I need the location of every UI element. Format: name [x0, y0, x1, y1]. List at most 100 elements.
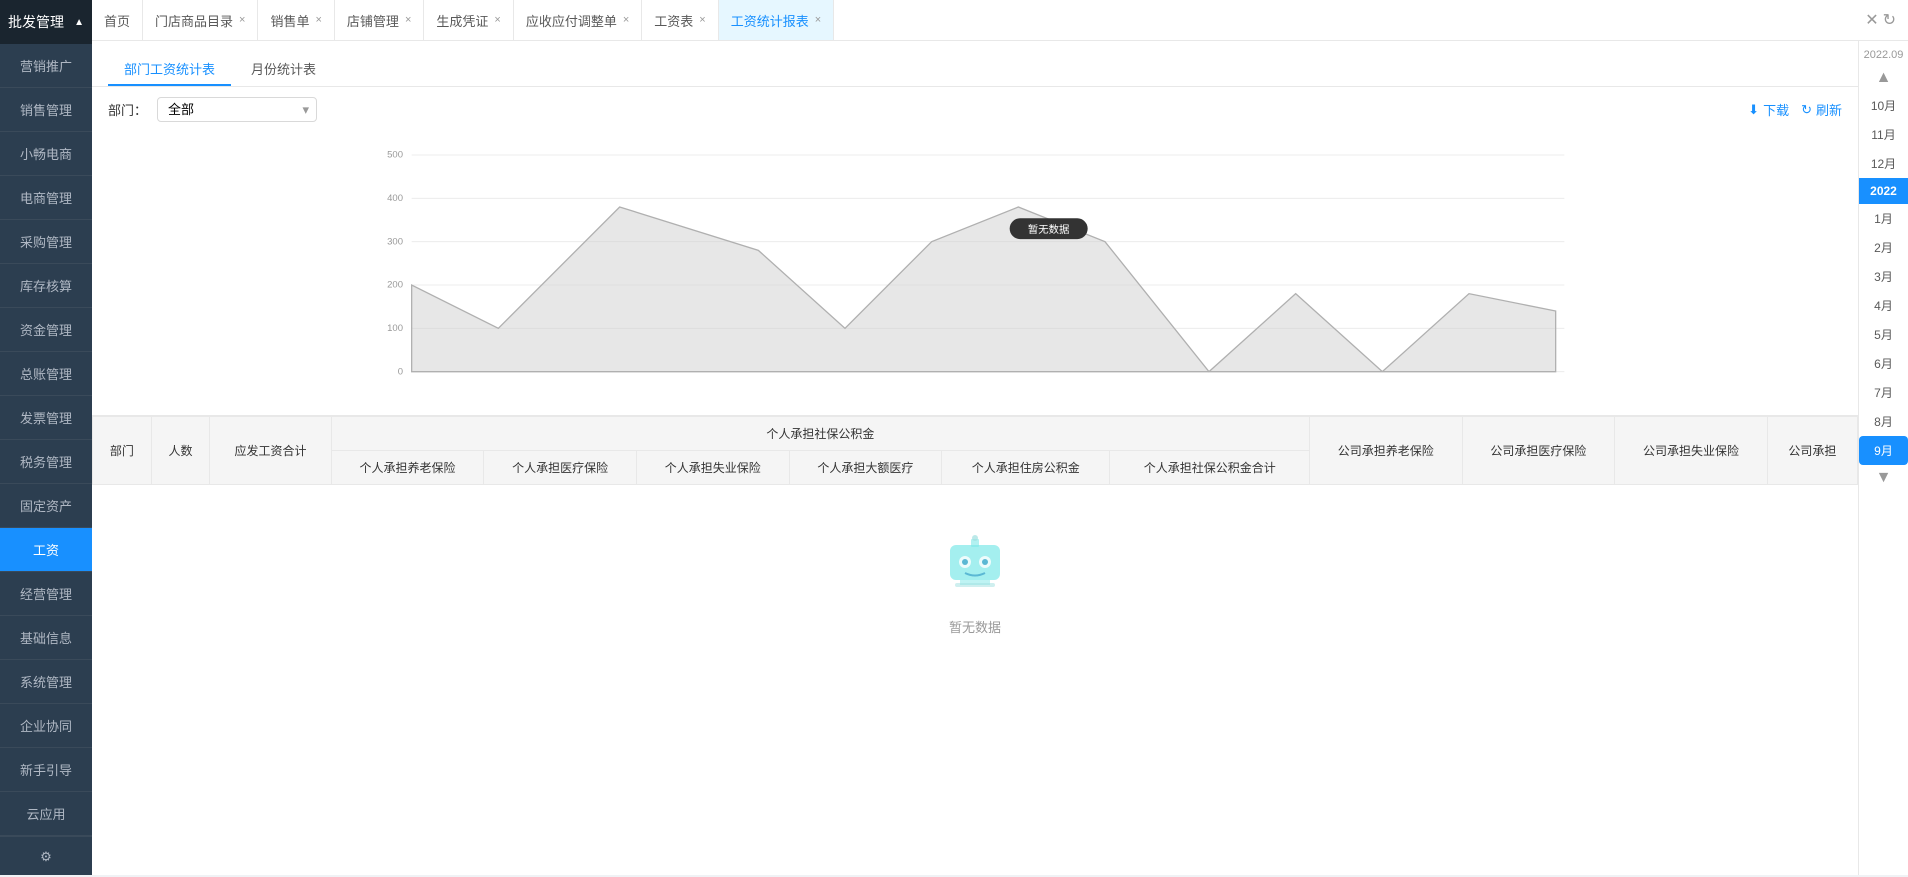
- sidebar-item-总账管理[interactable]: 总账管理: [0, 352, 92, 396]
- download-icon: ⬇: [1748, 102, 1759, 118]
- th-p-housing: 个人承担住房公积金: [942, 451, 1110, 485]
- tab-close-icon[interactable]: ×: [699, 14, 705, 26]
- no-data-tooltip-group: 暂无数据: [1010, 218, 1088, 239]
- chart-area: 500 400 300 200 100 0: [92, 132, 1858, 415]
- th-company-more: 公司承担: [1767, 417, 1857, 485]
- sidebar-item-资金管理[interactable]: 资金管理: [0, 308, 92, 352]
- settings-icon: ⚙: [40, 849, 52, 864]
- sidebar-item-销售管理[interactable]: 销售管理: [0, 88, 92, 132]
- tab-close-icon[interactable]: ×: [315, 14, 321, 26]
- tab-close-icon[interactable]: ×: [405, 14, 411, 26]
- sidebar-item-电商管理[interactable]: 电商管理: [0, 176, 92, 220]
- main-area: 首页门店商品目录×销售单×店铺管理×生成凭证×应收应付调整单×工资表×工资统计报…: [92, 0, 1908, 875]
- content-area: 部门工资统计表月份统计表 部门： 全部 研发部 销售部 财务部 运营部: [92, 41, 1908, 875]
- refresh-btn[interactable]: ↻ 刷新: [1801, 100, 1842, 119]
- download-btn[interactable]: ⬇ 下载: [1748, 100, 1789, 119]
- sidebar-item-采购管理[interactable]: 采购管理: [0, 220, 92, 264]
- tab-close-icon[interactable]: ×: [494, 14, 500, 26]
- tab-生成凭证[interactable]: 生成凭证×: [424, 0, 513, 40]
- sidebar-item-经营管理[interactable]: 经营管理: [0, 572, 92, 616]
- rs-year-2022[interactable]: 2022: [1859, 178, 1908, 204]
- th-p-med: 个人承担医疗保险: [484, 451, 637, 485]
- sidebar-item-工资[interactable]: 工资: [0, 528, 92, 572]
- sidebar-title: 批发管理: [8, 12, 64, 32]
- svg-text:200: 200: [387, 280, 403, 291]
- tab-店铺管理[interactable]: 店铺管理×: [335, 0, 424, 40]
- sidebar: 批发管理 ▲ 营销推广销售管理小畅电商电商管理采购管理库存核算资金管理总账管理发…: [0, 0, 92, 875]
- sidebar-item-固定资产[interactable]: 固定资产: [0, 484, 92, 528]
- th-p-major-med: 个人承担大额医疗: [789, 451, 942, 485]
- tab-门店商品目录[interactable]: 门店商品目录×: [143, 0, 258, 40]
- refresh-icon: ↻: [1801, 102, 1812, 118]
- rs-month-11[interactable]: 11月: [1859, 120, 1908, 149]
- sub-tab-bar: 部门工资统计表月份统计表: [92, 41, 1858, 87]
- dept-select[interactable]: 全部 研发部 销售部 财务部 运营部: [157, 97, 317, 122]
- th-p-old: 个人承担养老保险: [331, 451, 484, 485]
- tab-close-all-icon[interactable]: ✕: [1865, 10, 1878, 30]
- tab-应收应付调整单[interactable]: 应收应付调整单×: [514, 0, 642, 40]
- rs-month-9[interactable]: 9月: [1859, 436, 1908, 465]
- sidebar-item-税务管理[interactable]: 税务管理: [0, 440, 92, 484]
- rs-month-1[interactable]: 1月: [1859, 204, 1908, 233]
- sidebar-item-库存核算[interactable]: 库存核算: [0, 264, 92, 308]
- tab-销售单[interactable]: 销售单×: [258, 0, 334, 40]
- rs-month-12[interactable]: 12月: [1859, 149, 1908, 178]
- th-company-old: 公司承担养老保险: [1310, 417, 1463, 485]
- rs-month-5[interactable]: 5月: [1859, 320, 1908, 349]
- sidebar-item-小畅电商[interactable]: 小畅电商: [0, 132, 92, 176]
- chart-svg-container: 500 400 300 200 100 0: [108, 142, 1842, 405]
- table-wrapper: 部门 人数 应发工资合计 个人承担社保公积金 公司承担养老保险 公司承担医疗保险…: [92, 415, 1858, 875]
- sidebar-item-营销推广[interactable]: 营销推广: [0, 44, 92, 88]
- sidebar-item-基础信息[interactable]: 基础信息: [0, 616, 92, 660]
- sidebar-header[interactable]: 批发管理 ▲: [0, 0, 92, 44]
- svg-text:100: 100: [387, 323, 403, 334]
- th-company-med: 公司承担医疗保险: [1462, 417, 1615, 485]
- rs-month-2[interactable]: 2月: [1859, 233, 1908, 262]
- tab-refresh-icon[interactable]: ↻: [1883, 10, 1896, 30]
- sidebar-item-新手引导[interactable]: 新手引导: [0, 748, 92, 792]
- th-company-unemp: 公司承担失业保险: [1615, 417, 1768, 485]
- rs-month-10[interactable]: 10月: [1859, 91, 1908, 120]
- sub-tab-月份统计表[interactable]: 月份统计表: [235, 53, 332, 86]
- rs-down-btn[interactable]: ▼: [1872, 465, 1896, 491]
- page: 部门工资统计表月份统计表 部门： 全部 研发部 销售部 财务部 运营部: [92, 41, 1858, 875]
- tab-工资统计报表[interactable]: 工资统计报表×: [719, 0, 834, 40]
- rs-year-label: 2022.09: [1864, 45, 1904, 65]
- rs-month-6[interactable]: 6月: [1859, 349, 1908, 378]
- svg-text:500: 500: [387, 150, 403, 161]
- th-dept: 部门: [93, 417, 152, 485]
- dept-label: 部门：: [108, 100, 147, 119]
- sidebar-collapse-icon: ▲: [74, 17, 84, 28]
- data-table: 部门 人数 应发工资合计 个人承担社保公积金 公司承担养老保险 公司承担医疗保险…: [92, 416, 1858, 485]
- tab-close-icon[interactable]: ×: [815, 14, 821, 26]
- rs-month-3[interactable]: 3月: [1859, 262, 1908, 291]
- toolbar-right: ⬇ 下载 ↻ 刷新: [1748, 100, 1842, 119]
- sidebar-item-发票管理[interactable]: 发票管理: [0, 396, 92, 440]
- tab-首页[interactable]: 首页: [92, 0, 143, 40]
- sidebar-item-系统管理[interactable]: 系统管理: [0, 660, 92, 704]
- rs-month-8[interactable]: 8月: [1859, 407, 1908, 436]
- th-p-total: 个人承担社保公积金合计: [1110, 451, 1310, 485]
- tab-工资表[interactable]: 工资表×: [642, 0, 718, 40]
- sub-tab-部门工资统计表[interactable]: 部门工资统计表: [108, 53, 231, 86]
- rs-month-7[interactable]: 7月: [1859, 378, 1908, 407]
- refresh-label: 刷新: [1816, 100, 1842, 119]
- download-label: 下载: [1763, 100, 1789, 119]
- dept-select-wrapper: 全部 研发部 销售部 财务部 运营部: [157, 97, 317, 122]
- sidebar-footer-settings[interactable]: ⚙: [0, 836, 92, 877]
- empty-state: 暂无数据: [92, 485, 1858, 676]
- svg-text:300: 300: [387, 236, 403, 247]
- tab-close-icon[interactable]: ×: [239, 14, 245, 26]
- svg-text:暂无数据: 暂无数据: [1028, 223, 1070, 236]
- svg-text:0: 0: [398, 366, 403, 377]
- rs-up-btn[interactable]: ▲: [1872, 65, 1896, 91]
- sidebar-item-企业协同[interactable]: 企业协同: [0, 704, 92, 748]
- th-p-unemp: 个人承担失业保险: [636, 451, 789, 485]
- th-count: 人数: [151, 417, 210, 485]
- sidebar-item-云应用[interactable]: 云应用: [0, 792, 92, 836]
- rs-month-4[interactable]: 4月: [1859, 291, 1908, 320]
- tab-close-icon[interactable]: ×: [623, 14, 629, 26]
- th-total-salary: 应发工资合计: [210, 417, 331, 485]
- empty-icon-svg: [935, 525, 1015, 605]
- svg-text:400: 400: [387, 193, 403, 204]
